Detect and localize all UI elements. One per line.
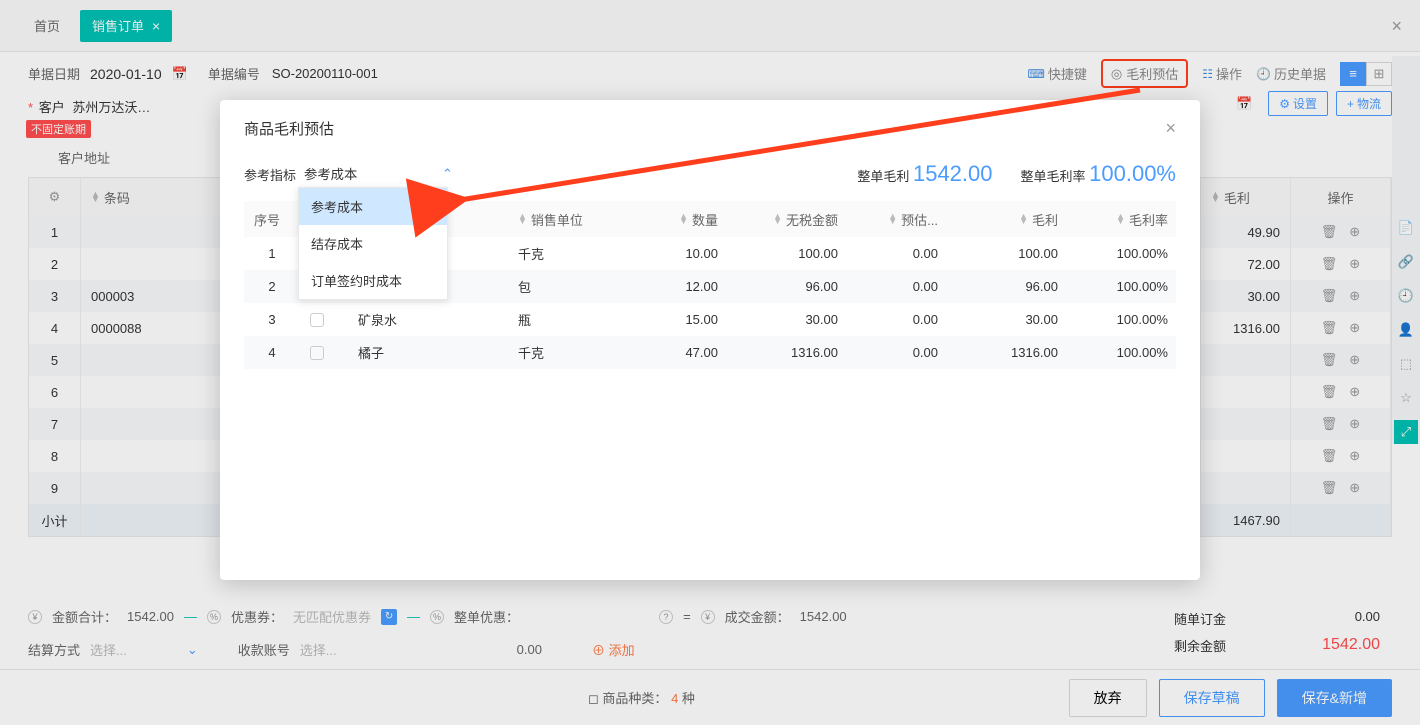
checkbox[interactable] xyxy=(310,346,324,360)
chevron-up-icon[interactable]: ⌃ xyxy=(442,166,453,182)
modal-close-icon[interactable]: × xyxy=(1165,118,1176,139)
indicator-select[interactable] xyxy=(304,164,434,184)
total-profit: 1542.00 xyxy=(913,161,993,186)
modal-title: 商品毛利预估 xyxy=(244,118,334,139)
indicator-label: 参考指标 xyxy=(244,165,296,184)
option-ref-cost[interactable]: 参考成本 xyxy=(299,188,447,225)
option-sign-cost[interactable]: 订单签约时成本 xyxy=(299,262,447,299)
modal-table-row: 4橘子千克47.001316.000.001316.00100.00% xyxy=(244,336,1176,369)
option-balance-cost[interactable]: 结存成本 xyxy=(299,225,447,262)
modal-table-row: 3矿泉水瓶15.0030.000.0030.00100.00% xyxy=(244,303,1176,336)
checkbox[interactable] xyxy=(310,313,324,327)
total-rate: 100.00% xyxy=(1089,161,1176,186)
indicator-dropdown: 参考成本 结存成本 订单签约时成本 xyxy=(298,187,448,300)
profit-modal: 商品毛利预估 × 参考指标 ⌃ 参考成本 结存成本 订单签约时成本 整单毛利 1… xyxy=(220,100,1200,580)
